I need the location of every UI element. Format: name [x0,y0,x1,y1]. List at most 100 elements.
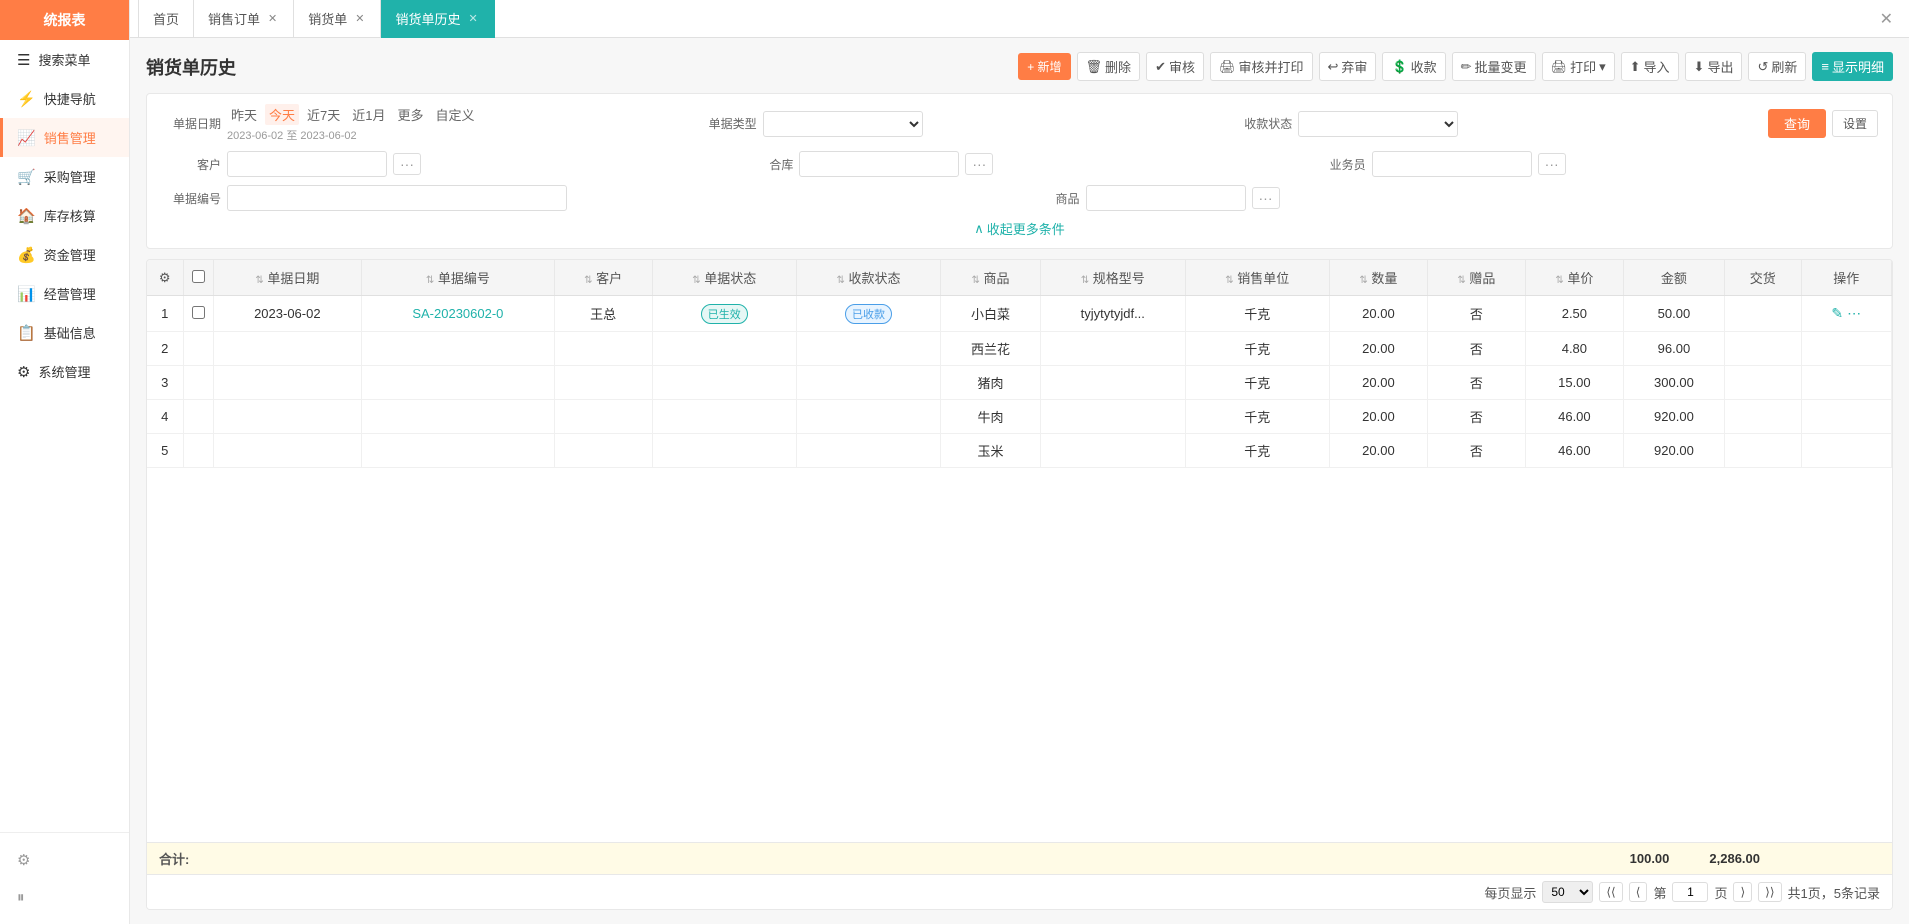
cell-quantity: 20.00 [1329,366,1427,400]
discard-icon: ↩ [1328,59,1339,75]
last-page-btn[interactable]: ⟩⟩ [1758,882,1781,902]
customer-input[interactable] [227,151,387,177]
cell-doc-no[interactable] [362,434,554,468]
quick-nav-icon: ⚡ [17,90,36,108]
col-unit-price[interactable]: ⇅ 单价 [1525,260,1623,296]
audit-print-button[interactable]: 🖨 审核并打印 [1210,52,1313,81]
discard-button[interactable]: ↩ 弃审 [1319,52,1377,81]
docno-input[interactable] [227,185,567,211]
col-spec-type[interactable]: ⇅ 规格型号 [1040,260,1185,296]
col-doc-date[interactable]: ⇅ 单据日期 [213,260,362,296]
sidebar-item-ops-mgmt[interactable]: 📊 经营管理 [0,274,129,313]
sidebar-item-purchase-mgmt[interactable]: 🛒 采购管理 [0,157,129,196]
date-tab-more[interactable]: 更多 [394,104,428,125]
query-button[interactable]: 查询 [1768,109,1826,138]
select-all-checkbox[interactable] [192,270,205,283]
date-tab-7days[interactable]: 近7天 [303,104,344,125]
export-button[interactable]: ⬇ 导出 [1685,52,1743,81]
col-doc-status[interactable]: ⇅ 单据状态 [652,260,796,296]
page-input[interactable] [1672,882,1708,902]
tab-sales-goods[interactable]: 销货单 ✕ [294,0,381,38]
doctype-select[interactable] [763,111,923,137]
col-sales-unit[interactable]: ⇅ 销售单位 [1185,260,1329,296]
next-page-btn[interactable]: ⟩ [1733,882,1752,902]
tab-sales-history-close[interactable]: ✕ [467,11,480,26]
cell-doc-no[interactable] [362,366,554,400]
salesperson-ellipsis[interactable]: ··· [1538,153,1566,175]
sidebar-item-basic-info[interactable]: 📋 基础信息 [0,313,129,352]
edit-btn[interactable]: ✎ [1829,303,1845,324]
col-gift[interactable]: ⇅ 赠品 [1427,260,1525,296]
tab-sales-order[interactable]: 销售订单 ✕ [194,0,294,38]
tab-sales-history[interactable]: 销货单历史 ✕ [381,0,494,38]
new-button[interactable]: + 新增 [1018,53,1070,80]
prev-page-btn[interactable]: ⟨ [1629,882,1648,902]
page-content: 销货单历史 + 新增 🗑 删除 ✔ 审核 🖨 审核并打印 ↩ 弃审 [130,38,1909,924]
customer-label: 客户 [161,156,221,173]
first-page-btn[interactable]: ⟨⟨ [1599,882,1622,902]
tab-close-all[interactable]: ✕ [1872,9,1901,29]
sidebar-item-finance-mgmt[interactable]: 💰 资金管理 [0,235,129,274]
col-amount: 金额 [1623,260,1724,296]
row-checkbox[interactable] [192,306,205,319]
page-size-select[interactable]: 50 20 100 [1542,881,1593,903]
col-settings[interactable]: ⚙ [147,260,183,296]
col-goods[interactable]: ⇅ 商品 [941,260,1041,296]
cell-collect-status: 已收款 [796,296,940,332]
sidebar-item-inventory-calc[interactable]: 🏠 库存核算 [0,196,129,235]
batch-change-button[interactable]: ✏ 批量变更 [1452,52,1536,81]
inventory-calc-icon: 🏠 [17,207,36,225]
collect-status-select[interactable] [1298,111,1458,137]
col-collect-status[interactable]: ⇅ 收款状态 [796,260,940,296]
date-tab-1month[interactable]: 近1月 [348,104,389,125]
salesperson-input[interactable] [1372,151,1532,177]
col-checkbox [183,260,213,296]
filter-customer-group: 客户 ··· [161,151,733,177]
import-button[interactable]: ⬆ 导入 [1621,52,1679,81]
sidebar-item-system-mgmt[interactable]: ⚙ 系统管理 [0,352,129,391]
sidebar-item-quick-nav[interactable]: ⚡ 快捷导航 [0,79,129,118]
sidebar-item-sales-mgmt[interactable]: 📈 销售管理 [0,118,129,157]
audit-button[interactable]: ✔ 审核 [1146,52,1204,81]
sidebar-item-label: 快捷导航 [44,89,96,108]
setting-button[interactable]: 设置 [1832,110,1878,137]
ops-mgmt-icon: 📊 [17,285,36,303]
cell-quantity: 20.00 [1329,332,1427,366]
tab-sales-order-close[interactable]: ✕ [266,11,279,26]
delete-button[interactable]: 🗑 删除 [1077,52,1141,81]
tab-sales-goods-close[interactable]: ✕ [353,11,366,26]
collapse-btn[interactable]: ∧ 收起更多条件 [161,219,1878,238]
col-customer[interactable]: ⇅ 客户 [554,260,652,296]
customer-ellipsis[interactable]: ··· [393,153,421,175]
cell-doc-no[interactable] [362,332,554,366]
col-quantity[interactable]: ⇅ 数量 [1329,260,1427,296]
warehouse-ellipsis[interactable]: ··· [965,153,993,175]
date-tab-today[interactable]: 今天 [265,104,299,125]
warehouse-input[interactable] [799,151,959,177]
tab-sales-goods-label: 销货单 [308,9,347,28]
print-button[interactable]: 🖨 打印 ▾ [1542,52,1615,81]
goods-input[interactable] [1086,185,1246,211]
goods-ellipsis[interactable]: ··· [1252,187,1280,209]
collect-button[interactable]: 💲 收款 [1382,52,1445,81]
doctype-label: 单据类型 [697,115,757,132]
cell-customer: 王总 [554,296,652,332]
cell-spec-type [1040,366,1185,400]
warehouse-label: 合库 [733,156,793,173]
sidebar-pause-btn[interactable]: ⏸ [0,879,129,916]
refresh-button[interactable]: ↺ 刷新 [1748,52,1806,81]
more-btn[interactable]: ⋯ [1845,303,1863,324]
chevron-up-icon: ∧ [974,221,984,237]
cell-gift: 否 [1427,296,1525,332]
tab-home[interactable]: 首页 [138,0,194,38]
date-tab-custom[interactable]: 自定义 [432,104,479,125]
cell-doc-no[interactable]: SA-20230602-0 [362,296,554,332]
date-tab-yesterday[interactable]: 昨天 [227,104,261,125]
sidebar-item-search-menu[interactable]: ☰ 搜索菜单 [0,40,129,79]
filter-docno-group: 单据编号 [161,185,1020,211]
cell-doc-no[interactable] [362,400,554,434]
date-value: 2023-06-02 至 2023-06-02 [227,127,479,143]
sidebar-settings-btn[interactable]: ⚙ [0,841,129,879]
show-detail-button[interactable]: ≡ 显示明细 [1812,52,1893,81]
col-doc-no[interactable]: ⇅ 单据编号 [362,260,554,296]
